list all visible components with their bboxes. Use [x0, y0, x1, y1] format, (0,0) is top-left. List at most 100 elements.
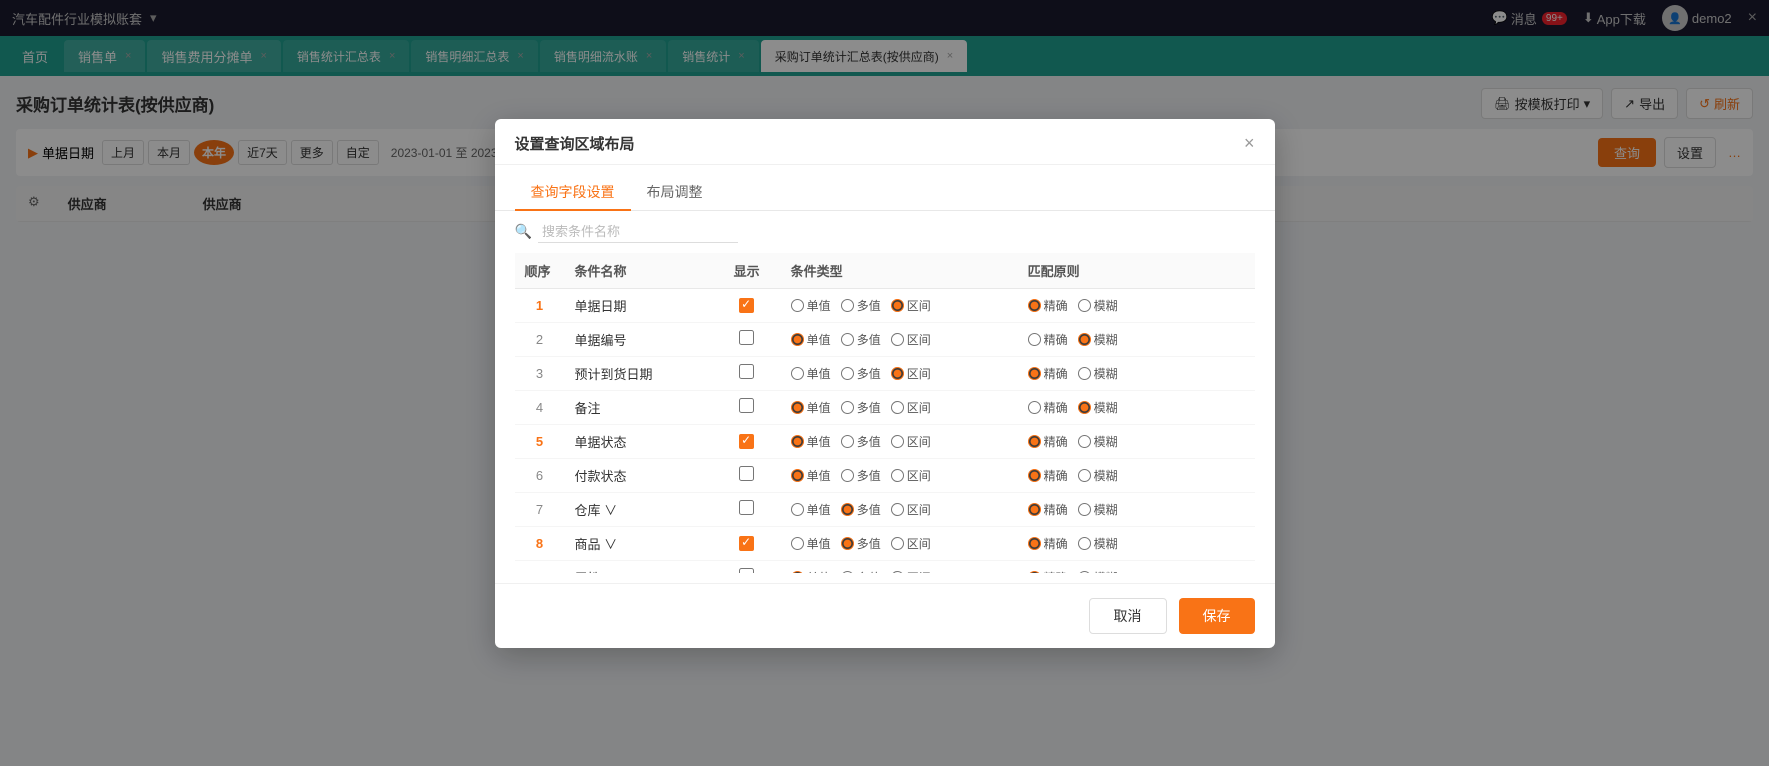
cell-order: 6	[515, 458, 565, 492]
ctype-option-single[interactable]: 单值	[791, 331, 831, 348]
match-option-exact[interactable]: 精确	[1028, 569, 1068, 573]
conditions-table: 顺序 条件名称 显示 条件类型 匹配原则 1单据日期单值多值区间精确模糊2单据编…	[515, 253, 1255, 573]
ctype-option-range[interactable]: 区间	[891, 297, 931, 314]
ctype-option-range[interactable]: 区间	[891, 399, 931, 416]
match-radio-group: 精确 模糊	[1028, 569, 1245, 573]
match-radio-group: 精确模糊	[1028, 365, 1245, 382]
display-checkbox[interactable]	[739, 568, 754, 573]
table-row: 4备注单值多值区间精确模糊	[515, 390, 1255, 424]
ctype-option-multi[interactable]: 多值	[841, 331, 881, 348]
ctype-option-range[interactable]: 区间	[891, 535, 931, 552]
ctype-option-single[interactable]: 单值	[791, 365, 831, 382]
ctype-option-range[interactable]: 区间	[891, 433, 931, 450]
cell-name: 单据状态	[565, 424, 713, 458]
col-head-match: 匹配原则	[1018, 253, 1255, 289]
display-checkbox[interactable]	[739, 364, 754, 379]
ctype-radio-group: 单值多值区间	[791, 501, 1008, 518]
match-option-exact[interactable]: 精确	[1028, 433, 1068, 450]
col-head-order: 顺序	[515, 253, 565, 289]
ctype-option-multi[interactable]: 多值	[841, 467, 881, 484]
match-option-fuzzy[interactable]: 模糊	[1078, 569, 1118, 573]
display-checkbox[interactable]	[739, 398, 754, 413]
match-option-fuzzy[interactable]: 模糊	[1078, 433, 1118, 450]
match-option-fuzzy[interactable]: 模糊	[1078, 501, 1118, 518]
cell-ctype: 单值多值区间	[781, 390, 1018, 424]
ctype-option-single[interactable]: 单值	[791, 535, 831, 552]
match-option-fuzzy[interactable]: 模糊	[1078, 467, 1118, 484]
ctype-option-multi[interactable]: 多值	[841, 501, 881, 518]
match-option-fuzzy[interactable]: 模糊	[1078, 365, 1118, 382]
cell-ctype: 单值多值区间	[781, 322, 1018, 356]
display-checkbox[interactable]	[739, 466, 754, 481]
match-option-fuzzy[interactable]: 模糊	[1078, 331, 1118, 348]
ctype-option-range[interactable]: 区间	[891, 331, 931, 348]
table-row: 6付款状态单值多值区间精确模糊	[515, 458, 1255, 492]
table-row: 1单据日期单值多值区间精确模糊	[515, 288, 1255, 322]
ctype-option-range[interactable]: 区间	[891, 467, 931, 484]
match-radio-group: 精确模糊	[1028, 535, 1245, 552]
display-checkbox-checked[interactable]	[739, 434, 754, 449]
ctype-option-multi[interactable]: 多值	[841, 535, 881, 552]
match-option-fuzzy[interactable]: 模糊	[1078, 535, 1118, 552]
ctype-option-single[interactable]: 单值	[791, 569, 831, 573]
cell-display	[713, 492, 781, 526]
cell-display	[713, 322, 781, 356]
match-option-fuzzy[interactable]: 模糊	[1078, 399, 1118, 416]
search-input[interactable]	[538, 221, 738, 243]
cell-match: 精确模糊	[1018, 424, 1255, 458]
ctype-option-single[interactable]: 单值	[791, 501, 831, 518]
ctype-option-multi[interactable]: 多值	[841, 569, 881, 573]
cell-ctype: 单值多值区间	[781, 492, 1018, 526]
match-option-fuzzy[interactable]: 模糊	[1078, 297, 1118, 314]
match-radio-group: 精确模糊	[1028, 399, 1245, 416]
ctype-option-range[interactable]: 区间	[891, 569, 931, 573]
cell-name: 备注	[565, 390, 713, 424]
modal-close-button[interactable]: ×	[1244, 134, 1255, 152]
match-option-exact[interactable]: 精确	[1028, 535, 1068, 552]
ctype-option-single[interactable]: 单值	[791, 467, 831, 484]
save-button[interactable]: 保存	[1179, 598, 1255, 634]
ctype-option-multi[interactable]: 多值	[841, 399, 881, 416]
match-radio-group: 精确模糊	[1028, 433, 1245, 450]
ctype-option-single[interactable]: 单值	[791, 399, 831, 416]
match-option-exact[interactable]: 精确	[1028, 297, 1068, 314]
cell-name: 预计到货日期	[565, 356, 713, 390]
display-checkbox-checked[interactable]	[739, 298, 754, 313]
modal-overlay: 设置查询区域布局 × 查询字段设置 布局调整 🔍 顺序 条件名称 显示	[0, 0, 1769, 766]
ctype-option-single[interactable]: 单值	[791, 297, 831, 314]
ctype-option-multi[interactable]: 多值	[841, 297, 881, 314]
match-option-exact[interactable]: 精确	[1028, 501, 1068, 518]
cell-order: 2	[515, 322, 565, 356]
match-option-exact[interactable]: 精确	[1028, 467, 1068, 484]
display-checkbox[interactable]	[739, 330, 754, 345]
ctype-option-range[interactable]: 区间	[891, 501, 931, 518]
ctype-radio-group: 单值多值区间	[791, 331, 1008, 348]
cell-order: 7	[515, 492, 565, 526]
cell-ctype: 单值多值区间	[781, 458, 1018, 492]
cell-match: 精确模糊	[1018, 356, 1255, 390]
match-option-exact[interactable]: 精确	[1028, 399, 1068, 416]
cell-match: 精确模糊	[1018, 288, 1255, 322]
cell-ctype: 单值多值区间	[781, 288, 1018, 322]
tab-query-fields[interactable]: 查询字段设置	[515, 175, 631, 211]
cancel-button[interactable]: 取消	[1089, 598, 1167, 634]
cell-order: 8	[515, 526, 565, 560]
tab-layout-adjust[interactable]: 布局调整	[631, 175, 719, 211]
display-checkbox-checked[interactable]	[739, 536, 754, 551]
col-head-ctype: 条件类型	[781, 253, 1018, 289]
cell-name: 商品 ∨	[565, 526, 713, 560]
ctype-option-multi[interactable]: 多值	[841, 433, 881, 450]
ctype-option-range[interactable]: 区间	[891, 365, 931, 382]
match-radio-group: 精确模糊	[1028, 331, 1245, 348]
cell-name: 单据编号	[565, 322, 713, 356]
cell-match: 精确模糊	[1018, 492, 1255, 526]
table-row: 5单据状态单值多值区间精确模糊	[515, 424, 1255, 458]
table-row: 2单据编号 单值多值区间 精确模糊	[515, 322, 1255, 356]
ctype-option-multi[interactable]: 多值	[841, 365, 881, 382]
match-option-exact[interactable]: 精确	[1028, 331, 1068, 348]
display-checkbox[interactable]	[739, 500, 754, 515]
cell-name: 仓库 ∨	[565, 492, 713, 526]
match-option-exact[interactable]: 精确	[1028, 365, 1068, 382]
modal-table-container: 顺序 条件名称 显示 条件类型 匹配原则 1单据日期单值多值区间精确模糊2单据编…	[495, 253, 1275, 583]
ctype-option-single[interactable]: 单值	[791, 433, 831, 450]
